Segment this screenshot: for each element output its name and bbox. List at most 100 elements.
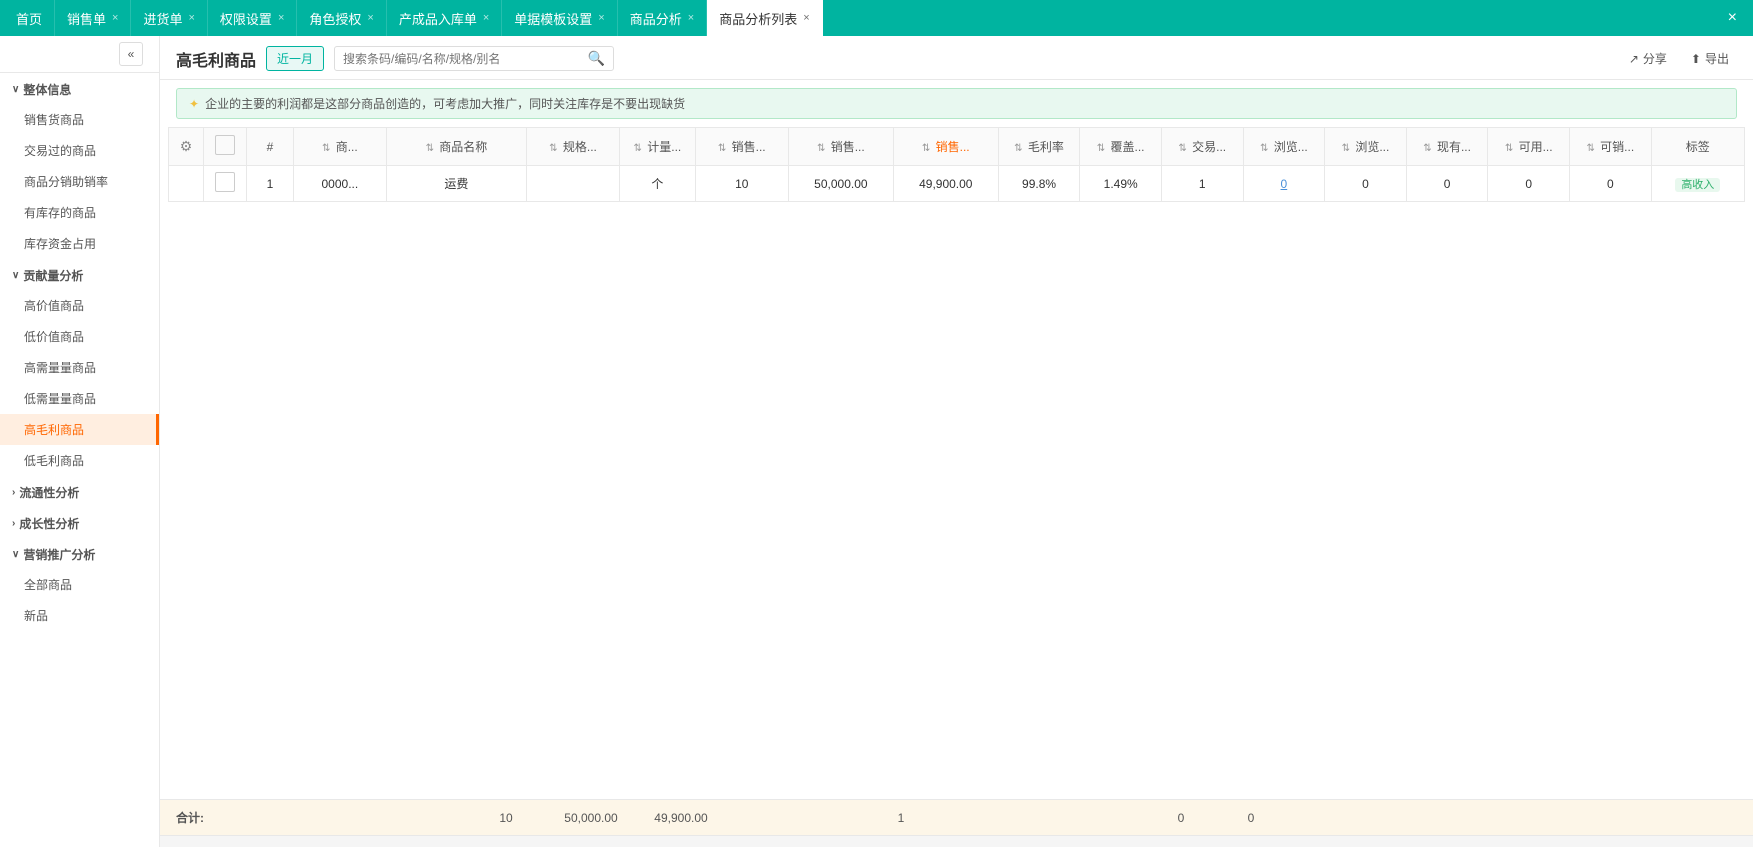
cell-coverage: 1.49% — [1080, 166, 1162, 202]
sidebar-collapse-button[interactable]: « — [119, 42, 143, 66]
nav-roles[interactable]: 角色授权 × — [297, 0, 386, 36]
col-settings[interactable]: ⚙ — [169, 128, 204, 166]
notice-bar: ✦ 企业的主要的利润都是这部分商品创造的，可考虑加大推广，同时关注库存是不要出现… — [176, 88, 1737, 119]
header-actions: ↗ 分享 ⬆ 导出 — [1621, 47, 1737, 70]
col-current[interactable]: ⇅ 现有... — [1406, 128, 1488, 166]
sidebar-item-ratio[interactable]: 商品分销助销率 — [0, 166, 159, 197]
col-coverage[interactable]: ⇅ 覆盖... — [1080, 128, 1162, 166]
nav-analysis-list[interactable]: 商品分析列表 × — [707, 0, 822, 36]
close-permissions-icon[interactable]: × — [278, 12, 284, 24]
browse1-link[interactable]: 0 — [1281, 177, 1288, 191]
footer-label: 合计: — [176, 809, 256, 826]
arrow-icon-3: › — [12, 487, 15, 498]
nav-permissions[interactable]: 权限设置 × — [208, 0, 297, 36]
select-all-checkbox[interactable] — [215, 135, 235, 155]
sidebar-item-high-demand[interactable]: 高需量量商品 — [0, 352, 159, 383]
footer-coverage-spacer — [796, 811, 866, 825]
close-sales-icon[interactable]: × — [112, 12, 118, 24]
sidebar-group-marketing[interactable]: ∨ 营销推广分析 — [0, 538, 159, 569]
sidebar-item-high-value[interactable]: 高价值商品 — [0, 290, 159, 321]
scrollbar-area[interactable] — [160, 835, 1753, 847]
nav-home[interactable]: 首页 — [4, 0, 55, 36]
col-browse2[interactable]: ⇅ 浏览... — [1325, 128, 1407, 166]
sidebar-group-overview[interactable]: ∨ 整体信息 — [0, 73, 159, 104]
footer-browse1-spacer — [936, 811, 1006, 825]
col-spec[interactable]: ⇅ 规格... — [526, 128, 619, 166]
settings-icon[interactable]: ⚙ — [180, 138, 193, 154]
sidebar-item-traded[interactable]: 交易过的商品 — [0, 135, 159, 166]
close-templates-icon[interactable]: × — [598, 12, 604, 24]
page-title: 高毛利商品 — [176, 47, 256, 71]
sidebar-group-growth[interactable]: › 成长性分析 — [0, 507, 159, 538]
close-analysis-list-icon[interactable]: × — [803, 12, 809, 24]
main-layout: « ∨ 整体信息 销售货商品 交易过的商品 商品分销助销率 有库存的商品 库存资… — [0, 36, 1753, 847]
close-all-button[interactable]: × — [1716, 9, 1749, 27]
arrow-icon-4: › — [12, 518, 15, 529]
sidebar-item-high-margin[interactable]: 高毛利商品 — [0, 414, 159, 445]
close-purchase-icon[interactable]: × — [188, 12, 194, 24]
cell-settings — [169, 166, 204, 202]
filter-recent-month-button[interactable]: 近一月 — [266, 46, 324, 71]
footer-browse2-spacer — [1006, 811, 1076, 825]
cell-browse1[interactable]: 0 — [1243, 166, 1325, 202]
cell-checkbox[interactable] — [203, 166, 246, 202]
col-available[interactable]: ⇅ 可用... — [1488, 128, 1570, 166]
footer-sales1: 10 — [466, 811, 546, 825]
export-icon: ⬆ — [1691, 52, 1701, 66]
close-analysis-icon[interactable]: × — [688, 12, 694, 24]
col-handle-icon: ⇅ — [1586, 143, 1594, 154]
cell-spec — [526, 166, 619, 202]
col-handle-icon: ⇅ — [817, 143, 825, 154]
nav-sales[interactable]: 销售单 × — [55, 0, 131, 36]
sidebar-item-low-value[interactable]: 低价值商品 — [0, 321, 159, 352]
sidebar-group-finance[interactable]: ∨ 贡献量分析 — [0, 259, 159, 290]
cell-trade: 1 — [1161, 166, 1243, 202]
col-saleable[interactable]: ⇅ 可销... — [1570, 128, 1652, 166]
sidebar-item-stock-ratio[interactable]: 库存资金占用 — [0, 228, 159, 259]
col-handle-icon: ⇅ — [718, 143, 726, 154]
sidebar-group-flow[interactable]: › 流通性分析 — [0, 476, 159, 507]
share-button[interactable]: ↗ 分享 — [1621, 47, 1675, 70]
footer-current-spacer — [1076, 811, 1146, 825]
col-code[interactable]: ⇅ 商... — [293, 128, 386, 166]
footer-sales2: 50,000.00 — [546, 811, 636, 825]
col-trade[interactable]: ⇅ 交易... — [1161, 128, 1243, 166]
col-handle-icon: ⇅ — [1014, 143, 1022, 154]
footer-available: 0 — [1146, 811, 1216, 825]
footer-saleable: 0 — [1216, 811, 1286, 825]
sidebar-item-low-margin[interactable]: 低毛利商品 — [0, 445, 159, 476]
cell-sales1: 10 — [695, 166, 788, 202]
sidebar-item-low-demand[interactable]: 低需量量商品 — [0, 383, 159, 414]
col-tag[interactable]: 标签 — [1651, 128, 1744, 166]
data-table: ⚙ # ⇅ 商... ⇅ 商品名称 — [168, 127, 1745, 202]
footer-margin-spacer — [726, 811, 796, 825]
col-browse1[interactable]: ⇅ 浏览... — [1243, 128, 1325, 166]
col-sales3[interactable]: ⇅ 销售... — [893, 128, 998, 166]
footer-values: 10 50,000.00 49,900.00 1 0 0 — [256, 811, 1737, 825]
sidebar-item-new-goods[interactable]: 新品 — [0, 600, 159, 631]
col-sales2[interactable]: ⇅ 销售... — [788, 128, 893, 166]
col-name[interactable]: ⇅ 商品名称 — [386, 128, 526, 166]
col-handle-icon: ⇅ — [1342, 143, 1350, 154]
col-sales1[interactable]: ⇅ 销售... — [695, 128, 788, 166]
nav-analysis[interactable]: 商品分析 × — [618, 0, 707, 36]
col-checkbox-header[interactable] — [203, 128, 246, 166]
cell-unit: 个 — [620, 166, 695, 202]
export-button[interactable]: ⬆ 导出 — [1683, 47, 1737, 70]
close-roles-icon[interactable]: × — [367, 12, 373, 24]
cell-name: 运费 — [386, 166, 526, 202]
close-products-icon[interactable]: × — [483, 12, 489, 24]
sidebar-item-in-stock[interactable]: 有库存的商品 — [0, 197, 159, 228]
sidebar-item-all-goods[interactable]: 全部商品 — [0, 569, 159, 600]
col-margin-rate[interactable]: ⇅ 毛利率 — [998, 128, 1080, 166]
share-icon: ↗ — [1629, 52, 1639, 66]
search-input[interactable] — [343, 52, 588, 66]
col-handle-icon: ⇅ — [1423, 143, 1431, 154]
nav-products[interactable]: 产成品入库单 × — [387, 0, 502, 36]
search-box: 🔍 — [334, 46, 614, 71]
nav-templates[interactable]: 单据模板设置 × — [502, 0, 617, 36]
sidebar-item-sales-goods[interactable]: 销售货商品 — [0, 104, 159, 135]
nav-purchase[interactable]: 进货单 × — [131, 0, 207, 36]
col-unit[interactable]: ⇅ 计量... — [620, 128, 695, 166]
row-checkbox[interactable] — [215, 172, 235, 192]
